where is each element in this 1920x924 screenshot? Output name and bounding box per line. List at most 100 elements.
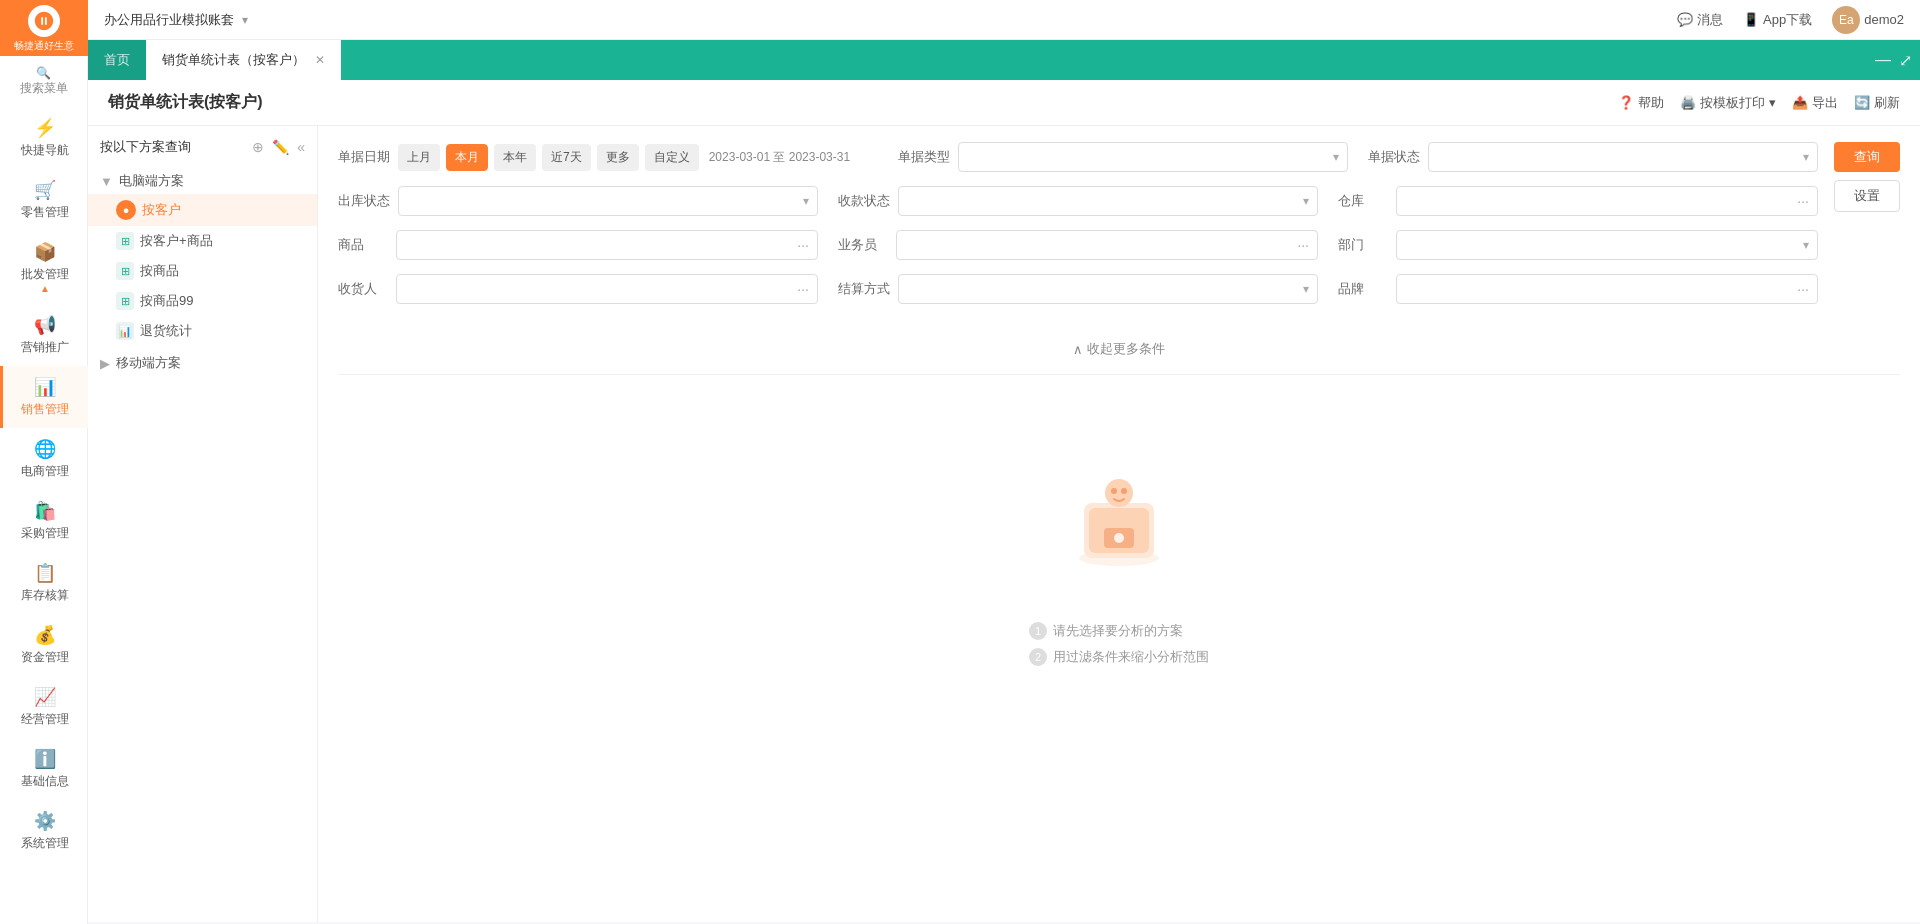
tab-report-label: 销货单统计表（按客户）	[162, 51, 305, 69]
receipt-status-control[interactable]: ▾	[898, 186, 1318, 216]
sidebar-item-operations[interactable]: 📈 经营管理	[0, 676, 88, 738]
refresh-button[interactable]: 🔄 刷新	[1854, 94, 1900, 112]
arrow-right-icon: ▶	[100, 356, 110, 371]
scheme-group-desktop-title[interactable]: ▼ 电脑端方案	[88, 168, 317, 194]
sidebar-item-wholesale[interactable]: 📦 批发管理 ▲	[0, 231, 88, 304]
export-label: 导出	[1812, 94, 1838, 112]
export-icon: 📤	[1792, 95, 1808, 110]
sidebar-item-finance[interactable]: 💰 资金管理	[0, 614, 88, 676]
goods-control[interactable]: ···	[396, 230, 818, 260]
date-btn-7days[interactable]: 近7天	[542, 144, 591, 171]
tab-close-icon[interactable]: ✕	[315, 53, 325, 67]
sidebar-item-search[interactable]: 🔍 搜索菜单	[16, 56, 72, 107]
order-type-control[interactable]: ▾	[958, 142, 1348, 172]
sidebar-item-basic-info[interactable]: ℹ️ 基础信息	[0, 738, 88, 800]
tabbar-right: — ⤢	[1875, 51, 1920, 70]
sidebar-logo[interactable]: 畅捷通好生意	[0, 0, 88, 56]
date-btn-this-month[interactable]: 本月	[446, 144, 488, 171]
settings-button[interactable]: 设置	[1834, 180, 1900, 212]
date-range-display: 2023-03-01 至 2023-03-31	[709, 149, 850, 166]
sidebar-wholesale-label: 批发管理	[21, 266, 69, 283]
tab-minimize-icon[interactable]: —	[1875, 51, 1891, 69]
sidebar-item-sales[interactable]: 📊 销售管理	[0, 366, 88, 428]
tab-home[interactable]: 首页	[88, 40, 146, 80]
scheme-goods99-label: 按商品99	[140, 292, 193, 310]
sidebar-item-system[interactable]: ⚙️ 系统管理	[0, 800, 88, 862]
department-control[interactable]: ▾	[1396, 230, 1818, 260]
scheme-returns-label: 退货统计	[140, 322, 192, 340]
query-button[interactable]: 查询	[1834, 142, 1900, 172]
scheme-item-by-customer[interactable]: ● 按客户	[88, 194, 317, 226]
topbar-left: 办公用品行业模拟账套 ▾	[104, 11, 248, 29]
search-icon: 🔍	[36, 66, 51, 80]
filter-warehouse-item: 仓库 ···	[1338, 186, 1818, 216]
customer-goods-scheme-icon: ⊞	[116, 232, 134, 250]
app-download-label: App下载	[1763, 11, 1812, 29]
sidebar-quick-nav-label: 快捷导航	[21, 142, 69, 159]
out-status-label: 出库状态	[338, 192, 390, 210]
sidebar-item-marketing[interactable]: 📢 营销推广	[0, 304, 88, 366]
warehouse-control[interactable]: ···	[1396, 186, 1818, 216]
svg-point-3	[1105, 479, 1133, 507]
print-button[interactable]: 🖨️ 按模板打印 ▾	[1680, 94, 1776, 112]
date-btn-this-year[interactable]: 本年	[494, 144, 536, 171]
date-btn-custom[interactable]: 自定义	[645, 144, 699, 171]
collapse-up-icon: ∧	[1073, 342, 1083, 357]
sidebar-item-purchase[interactable]: 🛍️ 采购管理	[0, 490, 88, 552]
scheme-item-by-customer-goods[interactable]: ⊞ 按客户+商品	[88, 226, 317, 256]
date-btn-more[interactable]: 更多	[597, 144, 639, 171]
scheme-collapse-icon[interactable]: «	[297, 139, 305, 155]
tab-maximize-icon[interactable]: ⤢	[1899, 51, 1912, 70]
order-status-arrow-icon: ▾	[1803, 150, 1809, 164]
topbar-dropdown-icon[interactable]: ▾	[242, 13, 248, 27]
date-btn-last-month[interactable]: 上月	[398, 144, 440, 171]
goods-scheme-icon: ⊞	[116, 262, 134, 280]
empty-tip-2-text: 用过滤条件来缩小分析范围	[1053, 648, 1209, 666]
scheme-panel: 按以下方案查询 ⊕ ✏️ « ▼ 电脑端方案 ●	[88, 126, 318, 922]
app-download-icon: 📱	[1743, 12, 1759, 27]
message-button[interactable]: 💬 消息	[1677, 11, 1723, 29]
sidebar-sales-label: 销售管理	[21, 401, 69, 418]
scheme-header-icons: ⊕ ✏️ «	[252, 139, 305, 155]
filter-receiver-item: 收货人 ···	[338, 274, 818, 304]
arrow-down-icon: ▼	[100, 174, 113, 189]
user-label: demo2	[1864, 12, 1904, 27]
sidebar-ecommerce-label: 电商管理	[21, 463, 69, 480]
sidebar-item-quick-nav[interactable]: ⚡ 快捷导航	[0, 107, 88, 169]
order-status-control[interactable]: ▾	[1428, 142, 1818, 172]
scheme-group-mobile-title[interactable]: ▶ 移动端方案	[88, 350, 317, 376]
logo-brand: 畅捷通好生意	[14, 39, 74, 52]
settlement-control[interactable]: ▾	[898, 274, 1318, 304]
export-button[interactable]: 📤 导出	[1792, 94, 1838, 112]
scheme-item-returns[interactable]: 📊 退货统计	[88, 316, 317, 346]
brand-control[interactable]: ···	[1396, 274, 1818, 304]
user-profile[interactable]: Ea demo2	[1832, 6, 1904, 34]
filter-settlement-item: 结算方式 ▾	[838, 274, 1318, 304]
avatar[interactable]: Ea	[1832, 6, 1860, 34]
app-download-button[interactable]: 📱 App下载	[1743, 11, 1812, 29]
scheme-add-icon[interactable]: ⊕	[252, 139, 264, 155]
help-icon: ❓	[1618, 95, 1634, 110]
salesperson-control[interactable]: ···	[896, 230, 1318, 260]
collapse-bar[interactable]: ∧ 收起更多条件	[338, 332, 1900, 366]
scheme-item-by-goods[interactable]: ⊞ 按商品	[88, 256, 317, 286]
scheme-item-by-goods-99[interactable]: ⊞ 按商品99	[88, 286, 317, 316]
sidebar-item-retail[interactable]: 🛒 零售管理	[0, 169, 88, 231]
system-icon: ⚙️	[34, 810, 56, 832]
logo-icon	[28, 5, 60, 37]
out-status-control[interactable]: ▾	[398, 186, 818, 216]
wholesale-icon: 📦	[34, 241, 56, 263]
scheme-edit-icon[interactable]: ✏️	[272, 139, 289, 155]
sidebar-item-ecommerce[interactable]: 🌐 电商管理	[0, 428, 88, 490]
filter-row-3: 商品 ··· 业务员 ···	[338, 230, 1818, 260]
sidebar: 畅捷通好生意 🔍 搜索菜单 ⚡ 快捷导航 🛒 零售管理 📦 批发管理 ▲ 📢 营…	[0, 0, 88, 924]
empty-illustration	[1059, 463, 1179, 602]
filter-goods-item: 商品 ···	[338, 230, 818, 260]
help-button[interactable]: ❓ 帮助	[1618, 94, 1664, 112]
receiver-control[interactable]: ···	[396, 274, 818, 304]
scheme-group-desktop: ▼ 电脑端方案 ● 按客户 ⊞ 按客户+商品 ⊞	[88, 168, 317, 346]
tab-report[interactable]: 销货单统计表（按客户） ✕	[146, 40, 341, 80]
sidebar-item-inventory[interactable]: 📋 库存核算	[0, 552, 88, 614]
brand-dots-icon: ···	[1797, 281, 1809, 297]
topbar: 办公用品行业模拟账套 ▾ 💬 消息 📱 App下载 Ea demo2	[88, 0, 1920, 40]
